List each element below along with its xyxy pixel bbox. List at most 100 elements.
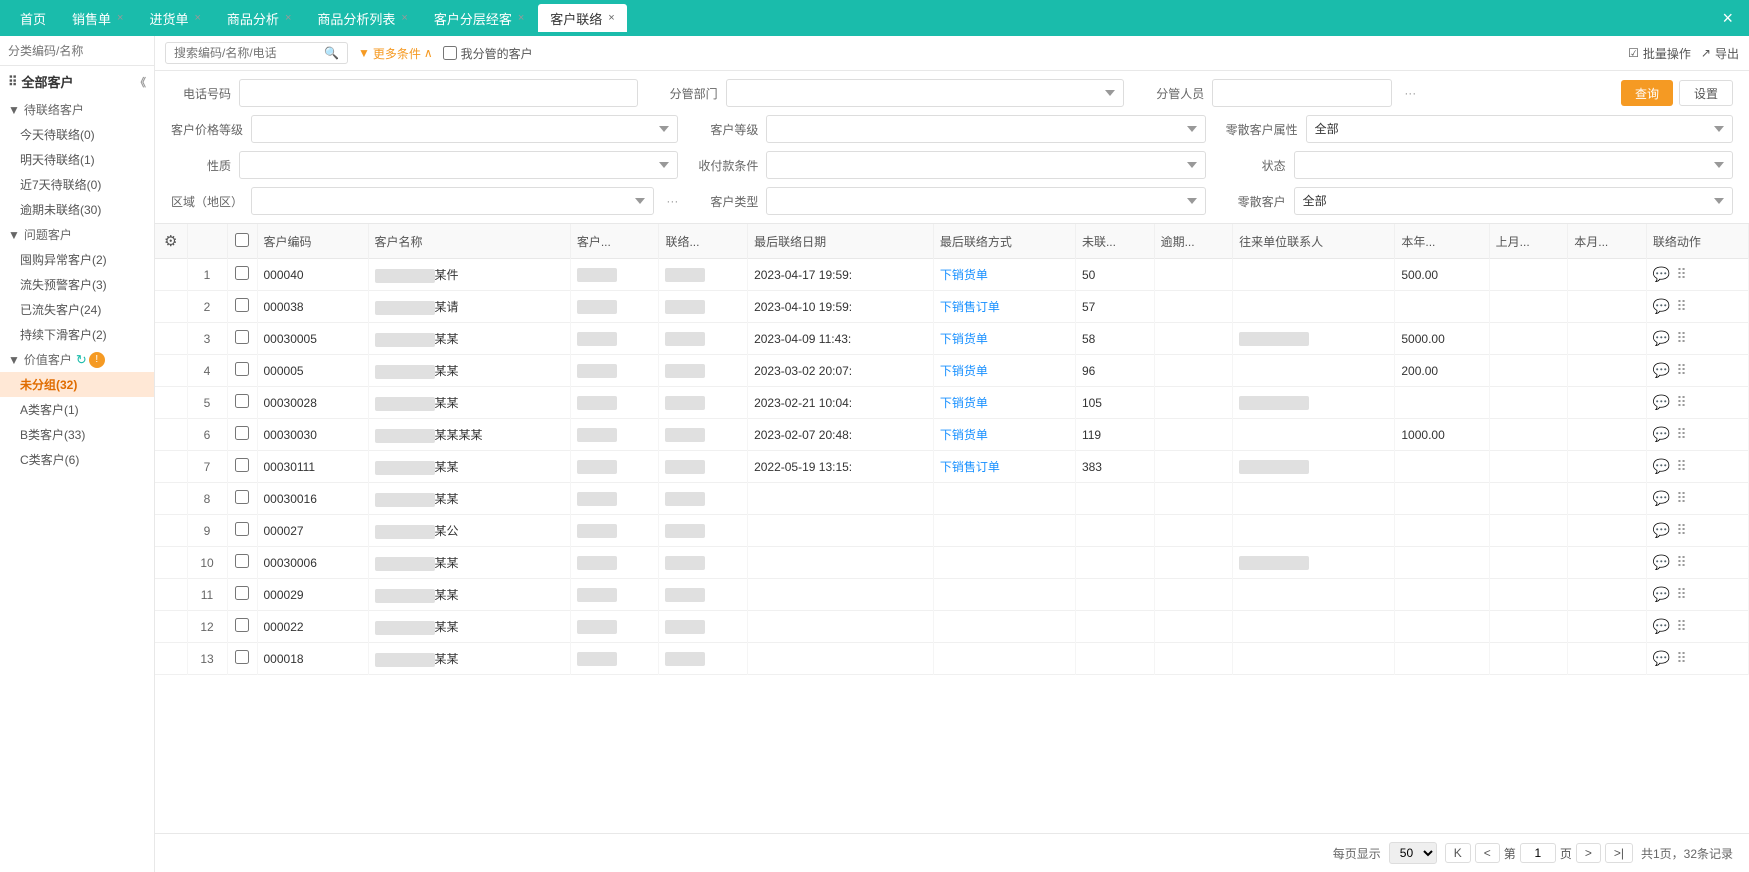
price-level-select[interactable] [251, 115, 678, 143]
row-checkbox[interactable] [235, 266, 249, 280]
tab-sales-order[interactable]: 销售单 × [60, 4, 135, 32]
manager-input[interactable] [1212, 79, 1392, 107]
sidebar-item-today-pending[interactable]: 今天待联络(0) [0, 122, 154, 147]
settings-icon[interactable]: ⚙ [161, 232, 181, 250]
prev-page-button[interactable]: < [1475, 843, 1500, 863]
grid-action-icon[interactable]: ⠿ [1676, 618, 1686, 635]
tab-product-analysis[interactable]: 商品分析 × [215, 4, 303, 32]
this-month-column-header[interactable]: 本月... [1568, 224, 1647, 259]
search-input[interactable] [174, 46, 324, 60]
row-checkbox[interactable] [235, 426, 249, 440]
last-method-link[interactable]: 下销货单 [940, 428, 988, 442]
last-method-column-header[interactable]: 最后联络方式 [933, 224, 1075, 259]
query-button[interactable]: 查询 [1621, 80, 1673, 106]
home-tab[interactable]: 首页 [8, 4, 58, 32]
export-button[interactable]: ↗ 导出 [1701, 45, 1739, 62]
row-checkbox[interactable] [235, 362, 249, 376]
message-icon[interactable]: 💬 [1653, 554, 1670, 571]
more-conditions-button[interactable]: ▼ 更多条件 ∧ [358, 45, 433, 62]
message-icon[interactable]: 💬 [1653, 522, 1670, 539]
page-size-select[interactable]: 50 [1389, 842, 1437, 864]
overdue-column-header[interactable]: 逾期... [1154, 224, 1233, 259]
all-customers-title[interactable]: ⠿ 全部客户 《 [0, 66, 154, 97]
sidebar-item-7day-pending[interactable]: 近7天待联络(0) [0, 172, 154, 197]
grid-action-icon[interactable]: ⠿ [1676, 554, 1686, 571]
grid-action-icon[interactable]: ⠿ [1676, 522, 1686, 539]
page-number-input[interactable] [1520, 843, 1556, 863]
close-icon[interactable]: × [117, 12, 123, 24]
row-checkbox[interactable] [235, 458, 249, 472]
sidebar-item-overdue-uncontacted[interactable]: 逾期未联络(30) [0, 197, 154, 222]
grid-action-icon[interactable]: ⠿ [1676, 266, 1686, 283]
region-more-icon[interactable]: ··· [666, 194, 678, 208]
settings-column-header[interactable]: ⚙ [155, 224, 187, 259]
name-column-header[interactable]: 客户名称 [368, 224, 570, 259]
close-icon[interactable]: × [608, 12, 614, 24]
last-date-column-header[interactable]: 最后联络日期 [748, 224, 934, 259]
phone-input[interactable] [239, 79, 638, 107]
last-method-link[interactable]: 下销售订单 [940, 300, 1000, 314]
group-pending-contact[interactable]: ▼ 待联络客户 [0, 97, 154, 122]
sidebar-item-tomorrow-pending[interactable]: 明天待联络(1) [0, 147, 154, 172]
select-all-checkbox[interactable] [235, 233, 249, 247]
grid-action-icon[interactable]: ⠿ [1676, 426, 1686, 443]
row-checkbox[interactable] [235, 554, 249, 568]
collapse-icon[interactable]: 《 [135, 74, 146, 90]
row-checkbox[interactable] [235, 650, 249, 664]
group-problem-customers[interactable]: ▼ 问题客户 [0, 222, 154, 247]
reset-button[interactable]: 设置 [1679, 80, 1733, 106]
grid-action-icon[interactable]: ⠿ [1676, 458, 1686, 475]
next-page-button[interactable]: > [1576, 843, 1601, 863]
category-search-input[interactable] [8, 44, 155, 58]
message-icon[interactable]: 💬 [1653, 298, 1670, 315]
grid-action-icon[interactable]: ⠿ [1676, 650, 1686, 667]
status-select[interactable] [1294, 151, 1733, 179]
message-icon[interactable]: 💬 [1653, 394, 1670, 411]
search-icon[interactable]: 🔍 [324, 46, 339, 60]
customer-type-select[interactable] [766, 187, 1205, 215]
level-column-header[interactable]: 客户... [570, 224, 659, 259]
grid-action-icon[interactable]: ⠿ [1676, 586, 1686, 603]
message-icon[interactable]: 💬 [1653, 458, 1670, 475]
code-column-header[interactable]: 客户编码 [257, 224, 368, 259]
last-method-link[interactable]: 下销货单 [940, 364, 988, 378]
tab-customer-contact[interactable]: 客户联络 × [538, 4, 626, 32]
payment-select[interactable] [766, 151, 1205, 179]
sidebar-item-class-b[interactable]: B类客户(33) [0, 422, 154, 447]
first-page-button[interactable]: K [1445, 843, 1471, 863]
row-checkbox[interactable] [235, 330, 249, 344]
tab-product-analysis-list[interactable]: 商品分析列表 × [305, 4, 419, 32]
sidebar-item-class-c[interactable]: C类客户(6) [0, 447, 154, 472]
group-value-customers[interactable]: ▼ 价值客户 ↻ ! [0, 347, 154, 372]
message-icon[interactable]: 💬 [1653, 586, 1670, 603]
message-icon[interactable]: 💬 [1653, 490, 1670, 507]
row-checkbox[interactable] [235, 618, 249, 632]
close-icon[interactable]: × [194, 12, 200, 24]
refresh-icon[interactable]: ↻ [76, 352, 87, 368]
tab-purchase-order[interactable]: 进货单 × [137, 4, 212, 32]
retail-attr-select[interactable]: 全部 [1306, 115, 1733, 143]
batch-ops-button[interactable]: ☑ 批量操作 [1628, 45, 1691, 62]
row-checkbox[interactable] [235, 522, 249, 536]
sidebar-item-churned[interactable]: 已流失客户(24) [0, 297, 154, 322]
sidebar-item-declining[interactable]: 持续下滑客户(2) [0, 322, 154, 347]
my-customers-check[interactable] [443, 46, 457, 60]
sidebar-item-churn-warning[interactable]: 流失预警客户(3) [0, 272, 154, 297]
row-checkbox[interactable] [235, 298, 249, 312]
customer-level-select[interactable] [766, 115, 1205, 143]
message-icon[interactable]: 💬 [1653, 426, 1670, 443]
more-icon[interactable]: ··· [1404, 86, 1416, 100]
row-checkbox[interactable] [235, 586, 249, 600]
grid-action-icon[interactable]: ⠿ [1676, 298, 1686, 315]
message-icon[interactable]: 💬 [1653, 330, 1670, 347]
window-close-button[interactable]: × [1714, 8, 1741, 29]
row-checkbox[interactable] [235, 394, 249, 408]
last-method-link[interactable]: 下销货单 [940, 332, 988, 346]
sidebar-item-class-a[interactable]: A类客户(1) [0, 397, 154, 422]
message-icon[interactable]: 💬 [1653, 362, 1670, 379]
sidebar-item-hoard-anomaly[interactable]: 囤购异常客户(2) [0, 247, 154, 272]
last-method-link[interactable]: 下销售订单 [940, 460, 1000, 474]
last-method-link[interactable]: 下销货单 [940, 396, 988, 410]
region-select[interactable] [251, 187, 654, 215]
dept-select[interactable] [726, 79, 1125, 107]
